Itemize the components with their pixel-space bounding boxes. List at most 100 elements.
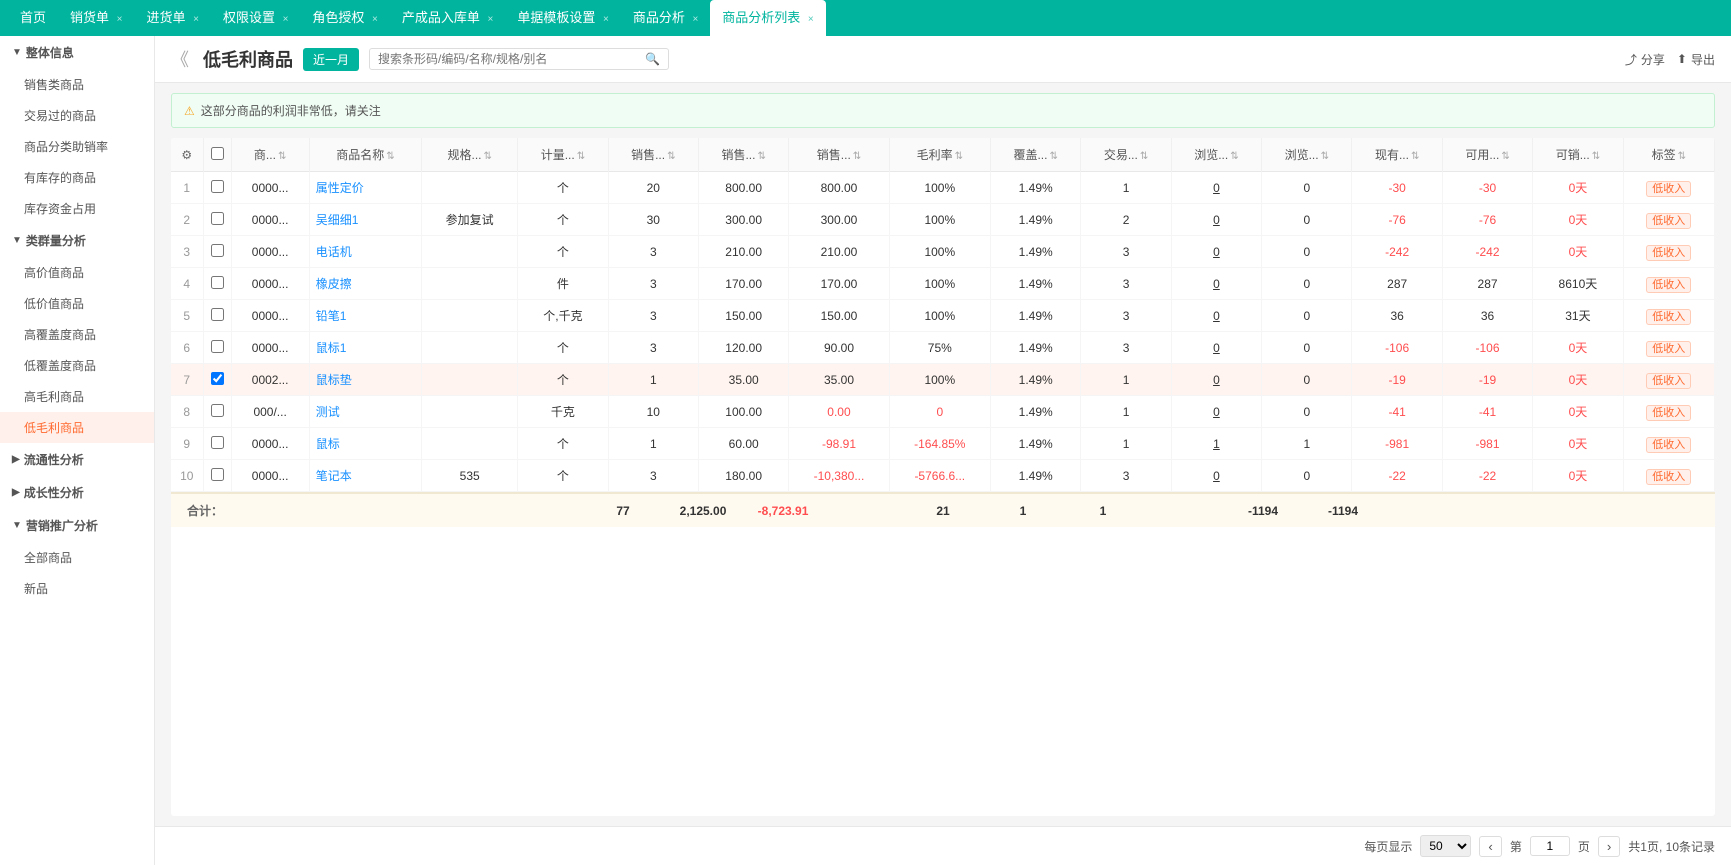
nav-analysis-list[interactable]: 商品分析列表 × <box>710 0 825 36</box>
row-trade-cell[interactable]: 0 <box>1171 268 1261 300</box>
row-name-cell[interactable]: 吴细细1 <box>309 204 421 236</box>
row-spec-cell <box>422 268 518 300</box>
row-check-cell[interactable] <box>203 300 231 332</box>
col-settings[interactable]: ⚙ <box>171 138 203 172</box>
row-name-cell[interactable]: 鼠标1 <box>309 332 421 364</box>
row-checkbox[interactable] <box>211 436 224 449</box>
sidebar-item-high-coverage[interactable]: 高覆盖度商品 <box>0 319 154 350</box>
page-input[interactable] <box>1530 836 1570 856</box>
sidebar-item-capital[interactable]: 库存资金占用 <box>0 193 154 224</box>
row-check-cell[interactable] <box>203 332 231 364</box>
nav-close-analysis-list[interactable]: × <box>808 14 814 25</box>
sidebar-group-circulation[interactable]: ▶ 流通性分析 <box>0 443 154 476</box>
nav-templates[interactable]: 单据模板设置 × <box>505 0 620 36</box>
select-all-checkbox[interactable] <box>211 147 224 160</box>
row-name-cell[interactable]: 橡皮擦 <box>309 268 421 300</box>
row-check-cell[interactable] <box>203 364 231 396</box>
row-profit-cell: 210.00 <box>789 236 889 268</box>
row-margin-cell: 1.49% <box>990 396 1080 428</box>
row-qty-cell: 3 <box>608 236 698 268</box>
row-tag-cell: 低收入 <box>1623 204 1714 236</box>
row-trade-cell[interactable]: 0 <box>1171 300 1261 332</box>
sidebar-item-all-goods[interactable]: 全部商品 <box>0 542 154 573</box>
date-filter-btn[interactable]: 近一月 <box>303 48 359 71</box>
sidebar-item-high-margin[interactable]: 高毛利商品 <box>0 381 154 412</box>
row-name-cell[interactable]: 铅笔1 <box>309 300 421 332</box>
nav-close-products[interactable]: × <box>488 14 494 25</box>
col-code-header: 商...⇅ <box>231 138 309 172</box>
row-checkbox[interactable] <box>211 404 224 417</box>
sidebar-item-sales-goods[interactable]: 销售类商品 <box>0 69 154 100</box>
row-name-cell[interactable]: 笔记本 <box>309 460 421 492</box>
sidebar-group-cluster[interactable]: ▼ 类群量分析 <box>0 224 154 257</box>
nav-home[interactable]: 首页 <box>8 0 58 36</box>
row-check-cell[interactable] <box>203 460 231 492</box>
row-checkbox[interactable] <box>211 308 224 321</box>
sidebar-group-marketing[interactable]: ▼ 营销推广分析 <box>0 509 154 542</box>
row-check-cell[interactable] <box>203 236 231 268</box>
nav-sales[interactable]: 销货单 × <box>58 0 134 36</box>
share-btn[interactable]: ⤴ 分享 <box>1625 51 1665 68</box>
prev-page-btn[interactable]: ‹ <box>1479 836 1501 857</box>
row-checkbox[interactable] <box>211 244 224 257</box>
row-check-cell[interactable] <box>203 268 231 300</box>
footer-avail: -1194 <box>1303 504 1383 518</box>
search-input[interactable] <box>378 52 645 66</box>
next-page-btn[interactable]: › <box>1598 836 1620 857</box>
row-checkbox[interactable] <box>211 468 224 481</box>
row-name-cell[interactable]: 电话机 <box>309 236 421 268</box>
row-trade-cell[interactable]: 0 <box>1171 204 1261 236</box>
sidebar-item-low-margin[interactable]: 低毛利商品 <box>0 412 154 443</box>
nav-purchase[interactable]: 进货单 × <box>134 0 210 36</box>
nav-roles[interactable]: 角色授权 × <box>300 0 389 36</box>
nav-analysis[interactable]: 商品分析 × <box>621 0 710 36</box>
row-check-cell[interactable] <box>203 204 231 236</box>
nav-products[interactable]: 产成品入库单 × <box>390 0 505 36</box>
export-btn[interactable]: ⬆ 导出 <box>1677 51 1715 68</box>
sidebar-item-low-value[interactable]: 低价值商品 <box>0 288 154 319</box>
nav-close-roles[interactable]: × <box>372 14 378 25</box>
row-check-cell[interactable] <box>203 396 231 428</box>
row-trade-cell[interactable]: 0 <box>1171 396 1261 428</box>
page-size-select[interactable]: 50 100 200 <box>1420 835 1471 857</box>
row-trade-cell[interactable]: 0 <box>1171 460 1261 492</box>
row-checkbox[interactable] <box>211 276 224 289</box>
nav-permissions[interactable]: 权限设置 × <box>211 0 300 36</box>
row-trade-cell[interactable]: 1 <box>1171 428 1261 460</box>
row-trade-cell[interactable]: 0 <box>1171 364 1261 396</box>
collapse-sidebar-btn[interactable]: 《 <box>171 46 189 72</box>
col-checkbox-header[interactable] <box>203 138 231 172</box>
row-name-cell[interactable]: 测试 <box>309 396 421 428</box>
nav-close-purchase[interactable]: × <box>193 14 199 25</box>
row-tag-cell: 低收入 <box>1623 172 1714 204</box>
sidebar-group-growth[interactable]: ▶ 成长性分析 <box>0 476 154 509</box>
row-checkbox[interactable] <box>211 372 224 385</box>
row-trade-cell[interactable]: 0 <box>1171 236 1261 268</box>
header-actions: ⤴ 分享 ⬆ 导出 <box>1625 51 1715 68</box>
row-checkbox[interactable] <box>211 340 224 353</box>
sidebar-item-category-sales[interactable]: 商品分类助销率 <box>0 131 154 162</box>
nav-close-analysis[interactable]: × <box>692 14 698 25</box>
row-check-cell[interactable] <box>203 428 231 460</box>
row-checkbox[interactable] <box>211 180 224 193</box>
sidebar-item-new-goods[interactable]: 新品 <box>0 573 154 604</box>
sidebar-item-high-value[interactable]: 高价值商品 <box>0 257 154 288</box>
sidebar-item-stock-goods[interactable]: 有库存的商品 <box>0 162 154 193</box>
col-browse1-header: 浏览...⇅ <box>1171 138 1261 172</box>
row-checkbox[interactable] <box>211 212 224 225</box>
row-name-cell[interactable]: 属性定价 <box>309 172 421 204</box>
table-row: 6 0000... 鼠标1 个 3 120.00 90.00 75% 1.49%… <box>171 332 1715 364</box>
row-check-cell[interactable] <box>203 172 231 204</box>
sidebar-group-overall[interactable]: ▼ 整体信息 <box>0 36 154 69</box>
row-name-cell[interactable]: 鼠标 <box>309 428 421 460</box>
search-icon[interactable]: 🔍 <box>645 52 660 66</box>
nav-close-permissions[interactable]: × <box>283 14 289 25</box>
row-name-cell[interactable]: 鼠标垫 <box>309 364 421 396</box>
nav-close-sales[interactable]: × <box>117 14 123 25</box>
sidebar-item-low-coverage[interactable]: 低覆盖度商品 <box>0 350 154 381</box>
nav-close-templates[interactable]: × <box>603 14 609 25</box>
row-trade-cell[interactable]: 0 <box>1171 332 1261 364</box>
sidebar-item-traded-goods[interactable]: 交易过的商品 <box>0 100 154 131</box>
row-trade-cell[interactable]: 0 <box>1171 172 1261 204</box>
row-margin-cell: 1.49% <box>990 364 1080 396</box>
